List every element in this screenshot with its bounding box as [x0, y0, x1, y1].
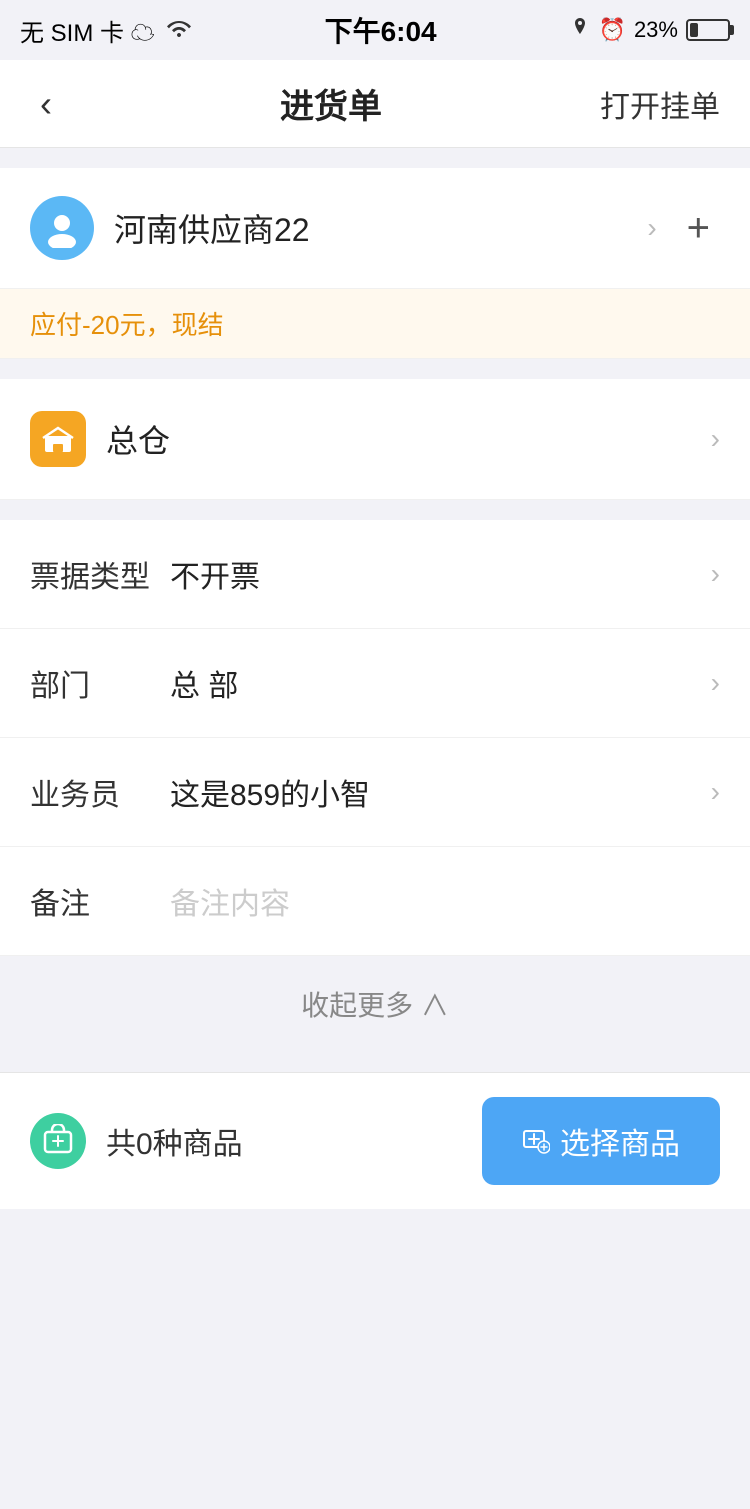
section-divider-2: [0, 359, 750, 379]
salesperson-value: 这是859的小智: [170, 770, 711, 814]
remark-row[interactable]: 备注 备注内容: [0, 847, 750, 956]
alarm-icon: ⏰: [599, 17, 626, 43]
remark-placeholder[interactable]: 备注内容: [170, 879, 720, 923]
supplier-row[interactable]: 河南供应商22 › +: [0, 168, 750, 289]
back-button[interactable]: ‹: [30, 73, 62, 135]
department-chevron-icon: ›: [711, 667, 720, 699]
warehouse-chevron-icon: ›: [711, 423, 720, 455]
wifi-icon: [165, 16, 193, 45]
warehouse-row[interactable]: 总仓 ›: [0, 379, 750, 500]
add-supplier-button[interactable]: +: [677, 206, 720, 251]
warehouse-section: 总仓 ›: [0, 379, 750, 500]
battery-label: 23%: [634, 17, 678, 43]
gray-area: [0, 1209, 750, 1509]
collapse-label: 收起更多 ∧: [301, 984, 449, 1024]
department-value: 总 部: [170, 661, 711, 705]
invoice-type-value: 不开票: [170, 552, 711, 596]
status-bar: 无 SIM 卡 ☁ 下午6:04 ⏰ 23%: [0, 0, 750, 60]
status-time: 下午6:04: [325, 10, 437, 50]
bottom-bar: 共0种商品 选择商品: [0, 1072, 750, 1209]
open-hang-button[interactable]: 打开挂单: [600, 82, 720, 126]
supplier-chevron-icon: ›: [647, 212, 656, 244]
department-row[interactable]: 部门 总 部 ›: [0, 629, 750, 738]
invoice-type-label: 票据类型: [30, 552, 170, 596]
warehouse-label: 总仓: [106, 416, 711, 462]
battery-icon: [686, 19, 730, 41]
salesperson-row[interactable]: 业务员 这是859的小智 ›: [0, 738, 750, 847]
location-icon: [569, 16, 591, 44]
salesperson-chevron-icon: ›: [711, 776, 720, 808]
product-count-label: 共0种商品: [106, 1119, 482, 1163]
section-divider-1: [0, 148, 750, 168]
section-divider-3: [0, 500, 750, 520]
avatar: [30, 196, 94, 260]
sim-label: 无 SIM 卡 ☁: [20, 13, 155, 48]
remark-label: 备注: [30, 879, 170, 923]
invoice-type-row[interactable]: 票据类型 不开票 ›: [0, 520, 750, 629]
form-section: 票据类型 不开票 › 部门 总 部 › 业务员 这是859的小智 › 备注 备注…: [0, 520, 750, 956]
select-product-button[interactable]: 选择商品: [482, 1097, 720, 1185]
status-right: ⏰ 23%: [569, 16, 730, 44]
notice-bar: 应付-20元，现结: [0, 289, 750, 359]
page-title: 进货单: [280, 79, 382, 128]
product-icon: [30, 1113, 86, 1169]
status-left: 无 SIM 卡 ☁: [20, 13, 193, 48]
select-product-label: 选择商品: [560, 1119, 680, 1163]
section-divider-4: [0, 1052, 750, 1072]
warehouse-icon: [30, 411, 86, 467]
supplier-name: 河南供应商22: [114, 205, 647, 251]
collapse-row[interactable]: 收起更多 ∧: [0, 956, 750, 1052]
nav-bar: ‹ 进货单 打开挂单: [0, 60, 750, 148]
salesperson-label: 业务员: [30, 770, 170, 814]
notice-text: 应付-20元，现结: [30, 310, 224, 340]
supplier-section: 河南供应商22 › + 应付-20元，现结: [0, 168, 750, 359]
invoice-type-chevron-icon: ›: [711, 558, 720, 590]
department-label: 部门: [30, 661, 170, 705]
